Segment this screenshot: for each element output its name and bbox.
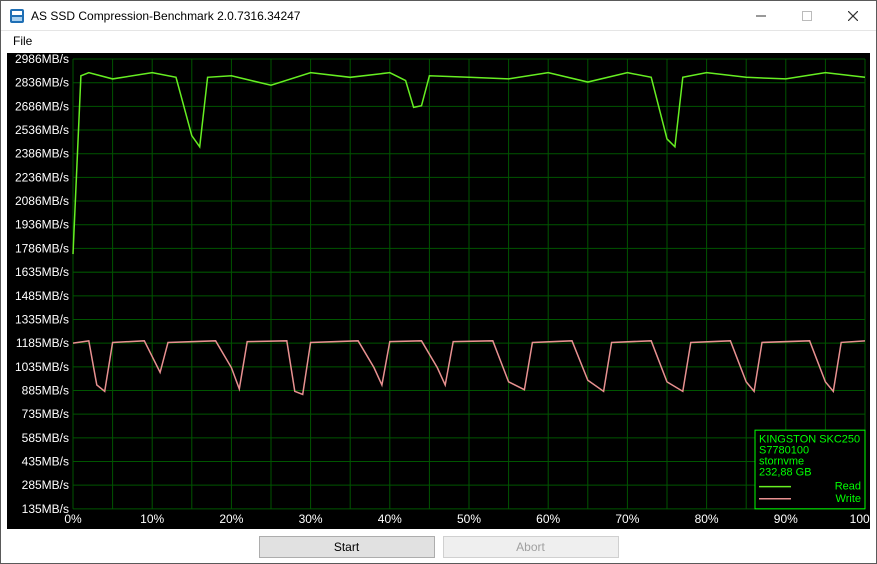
app-window: AS SSD Compression-Benchmark 2.0.7316.34… [0,0,877,564]
svg-text:1635MB/s: 1635MB/s [15,265,69,279]
menubar: File [1,31,876,51]
svg-text:10%: 10% [140,512,164,526]
svg-text:Read: Read [835,481,861,493]
svg-text:50%: 50% [457,512,481,526]
svg-text:2836MB/s: 2836MB/s [15,76,69,90]
svg-text:1485MB/s: 1485MB/s [15,289,69,303]
svg-text:1936MB/s: 1936MB/s [15,218,69,232]
svg-text:285MB/s: 285MB/s [22,478,69,492]
svg-text:1786MB/s: 1786MB/s [15,241,69,255]
svg-text:2686MB/s: 2686MB/s [15,99,69,113]
start-button[interactable]: Start [259,536,435,558]
window-controls [738,1,876,30]
menu-file[interactable]: File [5,32,40,50]
svg-text:60%: 60% [536,512,560,526]
compression-chart: 135MB/s 285MB/s 435MB/s 585MB/s 735MB/s 885MB… [7,53,870,529]
svg-text:2086MB/s: 2086MB/s [15,194,69,208]
maximize-button[interactable] [784,1,830,30]
svg-text:Write: Write [836,493,861,505]
svg-text:80%: 80% [695,512,719,526]
bottom-bar: Start Abort [1,531,876,563]
svg-text:2236MB/s: 2236MB/s [15,170,69,184]
svg-text:40%: 40% [378,512,402,526]
close-button[interactable] [830,1,876,30]
svg-text:1035MB/s: 1035MB/s [15,360,69,374]
minimize-button[interactable] [738,1,784,30]
app-icon [9,8,25,24]
svg-text:2536MB/s: 2536MB/s [15,123,69,137]
svg-text:1335MB/s: 1335MB/s [15,313,69,327]
svg-text:735MB/s: 735MB/s [22,407,69,421]
svg-text:232,88 GB: 232,88 GB [759,467,812,479]
svg-text:135MB/s: 135MB/s [22,502,69,516]
svg-text:2386MB/s: 2386MB/s [15,147,69,161]
svg-text:885MB/s: 885MB/s [22,383,69,397]
chart-area: 135MB/s 285MB/s 435MB/s 585MB/s 735MB/s 885MB… [7,53,870,529]
svg-text:90%: 90% [774,512,798,526]
svg-text:30%: 30% [299,512,323,526]
svg-text:2986MB/s: 2986MB/s [15,53,69,66]
svg-text:435MB/s: 435MB/s [22,454,69,468]
titlebar[interactable]: AS SSD Compression-Benchmark 2.0.7316.34… [1,1,876,31]
svg-text:70%: 70% [615,512,639,526]
svg-text:20%: 20% [219,512,243,526]
window-title: AS SSD Compression-Benchmark 2.0.7316.34… [31,9,738,23]
svg-text:0%: 0% [64,512,82,526]
svg-text:585MB/s: 585MB/s [22,431,69,445]
svg-text:1185MB/s: 1185MB/s [16,336,69,350]
abort-button: Abort [443,536,619,558]
svg-text:100%: 100% [850,512,870,526]
